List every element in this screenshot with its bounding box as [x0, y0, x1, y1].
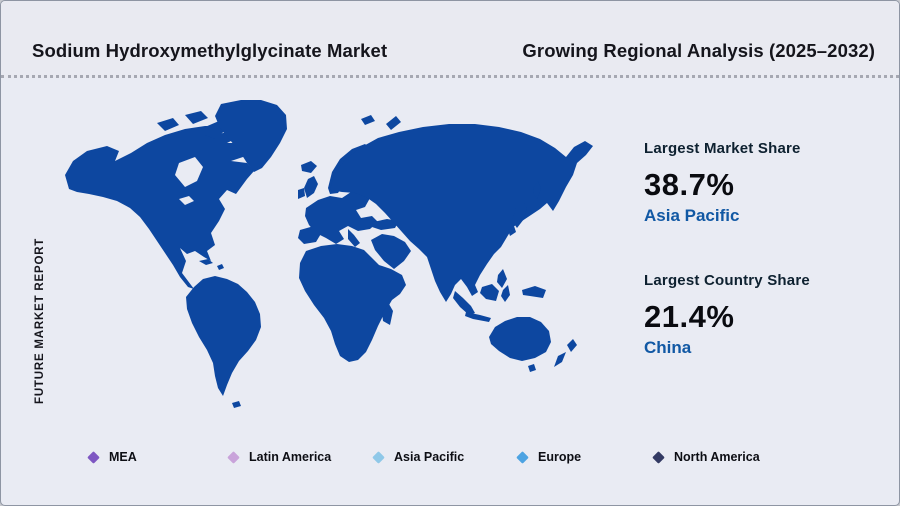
legend-label: Latin America	[249, 450, 332, 464]
legend-label: North America	[674, 450, 760, 464]
legend-item-latin-america: Latin America	[227, 448, 332, 466]
legend-item-mea: MEA	[87, 448, 137, 466]
world-landmass	[65, 100, 593, 408]
stat-region: China	[644, 338, 692, 357]
stat-value: 21.4%	[644, 299, 735, 334]
legend-item-asia-pacific: Asia Pacific	[372, 448, 465, 466]
legend-label: Europe	[538, 450, 582, 464]
stat-largest-market-share: Largest Market Share 38.7% Asia Pacific	[644, 140, 884, 226]
legend-diamond-icon	[372, 450, 385, 464]
legend-diamond-icon	[87, 450, 100, 464]
legend-item-europe: Europe	[516, 448, 582, 466]
legend-item-north-america: North America	[652, 448, 760, 466]
legend-label: MEA	[109, 450, 137, 464]
page-title-right: Growing Regional Analysis (2025–2032)	[522, 40, 875, 61]
legend-diamond-icon	[227, 450, 240, 464]
infographic-frame: Sodium Hydroxymethylglycinate Market Gro…	[0, 0, 900, 506]
stat-region: Asia Pacific	[644, 206, 740, 225]
stat-label: Largest Country Share	[644, 272, 810, 289]
world-map-svg	[65, 100, 593, 408]
legend-diamond-icon	[516, 450, 529, 464]
stat-value: 38.7%	[644, 167, 735, 202]
stats-panel: Largest Market Share 38.7% Asia Pacific …	[644, 140, 884, 358]
header: Sodium Hydroxymethylglycinate Market Gro…	[1, 1, 899, 78]
stat-label: Largest Market Share	[644, 140, 801, 157]
stat-largest-country-share: Largest Country Share 21.4% China	[644, 272, 884, 358]
brand-vertical-label: FUTURE MARKET REPORT	[34, 237, 46, 405]
legend-label: Asia Pacific	[394, 450, 465, 464]
legend-diamond-icon	[652, 450, 665, 464]
world-map	[61, 91, 621, 441]
page-title-left: Sodium Hydroxymethylglycinate Market	[32, 40, 388, 61]
